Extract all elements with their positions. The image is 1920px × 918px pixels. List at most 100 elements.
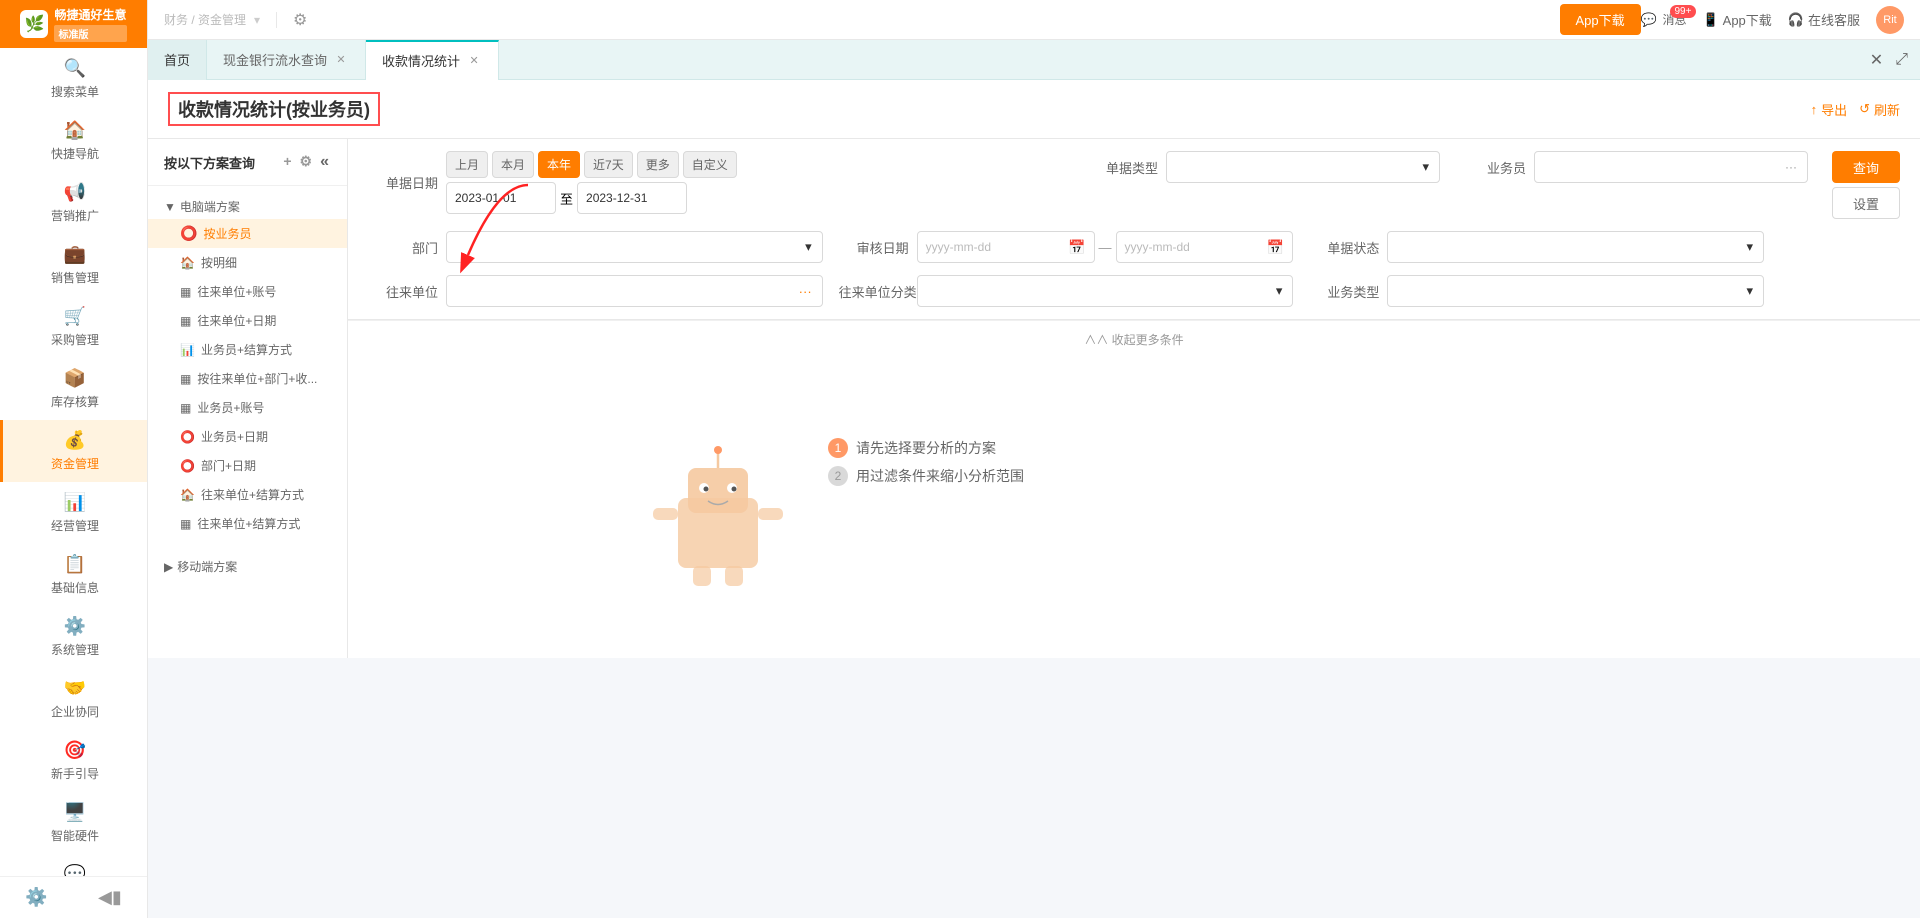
sidebar-item-wechat[interactable]: 💬 企业微信 xyxy=(0,854,147,876)
sidebar-item-sales[interactable]: 💼 销售管理 xyxy=(0,234,147,296)
date-to-input[interactable] xyxy=(577,182,687,214)
logo-tag: 标准版 xyxy=(54,25,126,42)
tab-home[interactable]: 首页 xyxy=(148,40,207,80)
hint-num-2: 2 xyxy=(828,466,848,486)
chevron-down-icon: ▾ xyxy=(805,239,812,255)
refresh-icon: ↺ xyxy=(1859,101,1870,117)
dept-select[interactable]: ▾ xyxy=(446,231,823,263)
scheme-item-detail[interactable]: 🏠 按明细 xyxy=(148,248,347,277)
dash: — xyxy=(1099,240,1112,255)
message-icon-wrap[interactable]: 💬 消息 99+ xyxy=(1641,11,1687,28)
biz-type-select[interactable]: ▾ xyxy=(1387,275,1764,307)
divider xyxy=(276,12,277,28)
user-avatar[interactable]: Rit xyxy=(1876,6,1904,34)
scheme-item-unit-settle1[interactable]: 🏠 往来单位+结算方式 xyxy=(148,480,347,509)
content-area: 按以下方案查询 + ⚙ « ▼ 电脑端方案 xyxy=(148,139,1920,658)
sidebar-bottom: ⚙️ ◀▮ xyxy=(0,876,147,918)
sales-icon: 💼 xyxy=(64,244,86,265)
scheme-item-unit-settle2[interactable]: ▦ 往来单位+结算方式 xyxy=(148,509,347,538)
date-tab-last-month[interactable]: 上月 xyxy=(446,151,488,178)
review-date-to[interactable]: yyyy-mm-dd 📅 xyxy=(1116,231,1294,263)
settings-button[interactable]: 设置 xyxy=(1832,187,1900,219)
page-header: 收款情况统计(按业务员) ↑ 导出 ↺ 刷新 xyxy=(148,80,1920,139)
sidebar-item-label: 经营管理 xyxy=(51,517,99,534)
tab-cashflow[interactable]: 现金银行流水查询 ✕ xyxy=(207,40,366,80)
sidebar-item-system[interactable]: ⚙️ 系统管理 xyxy=(0,606,147,668)
mobile-group-title[interactable]: ▶ 移动端方案 xyxy=(148,554,347,579)
doc-type-label: 单据类型 xyxy=(1088,158,1158,177)
sidebar-item-quicknav[interactable]: 🏠 快捷导航 xyxy=(0,110,147,172)
toggle-sidebar-icon[interactable]: ◀▮ xyxy=(98,887,122,908)
tab-collection-close[interactable]: ✕ xyxy=(466,53,482,69)
scheme-item-dept-date[interactable]: ⭕ 部门+日期 xyxy=(148,451,347,480)
query-button[interactable]: 查询 xyxy=(1832,151,1900,183)
app-download-button[interactable]: 📱 App下载 xyxy=(1702,10,1771,29)
date-tab-this-month[interactable]: 本月 xyxy=(492,151,534,178)
sidebar-item-collab[interactable]: 🤝 企业协同 xyxy=(0,668,147,730)
date-tabs: 上月 本月 本年 近7天 更多 自定义 xyxy=(446,151,737,178)
tab-bar-right: ✕ ⤢ xyxy=(1870,50,1920,70)
date-tab-more[interactable]: 更多 xyxy=(637,151,679,178)
collapse-icon: ∧∧ xyxy=(1084,333,1108,347)
sidebar-item-basic[interactable]: 📋 基础信息 xyxy=(0,544,147,606)
scheme-item-unit-dept[interactable]: ▦ 按往来单位+部门+收... xyxy=(148,364,347,393)
add-scheme-icon[interactable]: + xyxy=(281,151,293,173)
page-content: 收款情况统计(按业务员) ↑ 导出 ↺ 刷新 按以下方 xyxy=(148,80,1920,918)
scheme-settings-icon[interactable]: ⚙ xyxy=(298,151,315,173)
doc-status-select[interactable]: ▾ xyxy=(1387,231,1764,263)
salesperson-select[interactable]: ··· xyxy=(1534,151,1808,183)
close-window-icon[interactable]: ✕ xyxy=(1870,50,1883,70)
date-tab-this-year[interactable]: 本年 xyxy=(538,151,580,178)
message-icon: 💬 xyxy=(1641,12,1657,27)
tab-cashflow-close[interactable]: ✕ xyxy=(333,52,349,68)
filter-action-buttons: 查询 设置 xyxy=(1832,151,1900,219)
sidebar-item-operation[interactable]: 📊 经营管理 xyxy=(0,482,147,544)
system-icon: ⚙️ xyxy=(64,616,86,637)
sidebar-item-inventory[interactable]: 📦 库存核算 xyxy=(0,358,147,420)
maximize-icon[interactable]: ⤢ xyxy=(1895,51,1908,69)
hint-item-2: 2 用过滤条件来缩小分析范围 xyxy=(828,466,1024,486)
unit-settle1-icon: 🏠 xyxy=(180,488,195,502)
sidebar-item-purchase[interactable]: 🛒 采购管理 xyxy=(0,296,147,358)
top-right-area: 💬 消息 99+ 📱 App下载 🎧 在线客服 Rit xyxy=(1641,6,1904,34)
refresh-button[interactable]: ↺ 刷新 xyxy=(1859,100,1900,119)
date-label: 单据日期 xyxy=(368,173,438,192)
scheme-item-salesperson[interactable]: ⭕ 按业务员 xyxy=(148,219,347,248)
customer-category-select[interactable]: ▾ xyxy=(917,275,1294,307)
date-from-input[interactable] xyxy=(446,182,556,214)
sidebar-item-label: 新手引导 xyxy=(51,765,99,782)
collapse-panel-icon[interactable]: « xyxy=(318,151,331,173)
tab-collection[interactable]: 收款情况统计 ✕ xyxy=(366,40,499,80)
customer-select[interactable]: ··· xyxy=(446,275,823,307)
sidebar-item-finance[interactable]: 💰 资金管理 xyxy=(0,420,147,482)
robot-svg xyxy=(648,438,788,598)
trial-button[interactable]: App下载 xyxy=(1560,4,1641,35)
scheme-item-sales-account[interactable]: ▦ 业务员+账号 xyxy=(148,393,347,422)
date-tab-7days[interactable]: 近7天 xyxy=(584,151,633,178)
gear-icon[interactable]: ⚙ xyxy=(293,10,307,30)
scheme-item-unit-account[interactable]: ▦ 往来单位+账号 xyxy=(148,277,347,306)
tab-home-label: 首页 xyxy=(164,50,190,69)
sidebar-item-label: 营销推广 xyxy=(51,207,99,224)
online-service-button[interactable]: 🎧 在线客服 xyxy=(1788,10,1860,29)
top-header: 财务 / 资金管理 ▾ ⚙ App下载 💬 消息 99+ 📱 App下载 🎧 xyxy=(148,0,1920,40)
scheme-item-unit-date[interactable]: ▦ 往来单位+日期 xyxy=(148,306,347,335)
scheme-item-sales-date[interactable]: ⭕ 业务员+日期 xyxy=(148,422,347,451)
sidebar-item-guide[interactable]: 🎯 新手引导 xyxy=(0,730,147,792)
scheme-item-sales-settle[interactable]: 📊 业务员+结算方式 xyxy=(148,335,347,364)
settings-bottom-icon[interactable]: ⚙️ xyxy=(25,887,47,908)
more-icon[interactable]: ··· xyxy=(799,284,812,299)
active-scheme-icon: ⭕ xyxy=(180,225,197,242)
doc-type-select[interactable]: ▾ xyxy=(1166,151,1440,183)
finance-icon: 💰 xyxy=(64,430,86,451)
review-date-from[interactable]: yyyy-mm-dd 📅 xyxy=(917,231,1095,263)
sidebar-item-marketing[interactable]: 📢 营销推广 xyxy=(0,172,147,234)
date-tab-custom[interactable]: 自定义 xyxy=(683,151,737,178)
biz-type-filter: 业务类型 ▾ xyxy=(1309,275,1764,307)
desktop-group-title[interactable]: ▼ 电脑端方案 xyxy=(148,194,347,219)
collapse-bar[interactable]: ∧∧ 收起更多条件 xyxy=(348,320,1920,358)
purchase-icon: 🛒 xyxy=(64,306,86,327)
sidebar-item-search[interactable]: 🔍 搜索菜单 xyxy=(0,48,147,110)
sidebar-item-hardware[interactable]: 🖥️ 智能硬件 xyxy=(0,792,147,854)
export-button[interactable]: ↑ 导出 xyxy=(1811,100,1848,119)
